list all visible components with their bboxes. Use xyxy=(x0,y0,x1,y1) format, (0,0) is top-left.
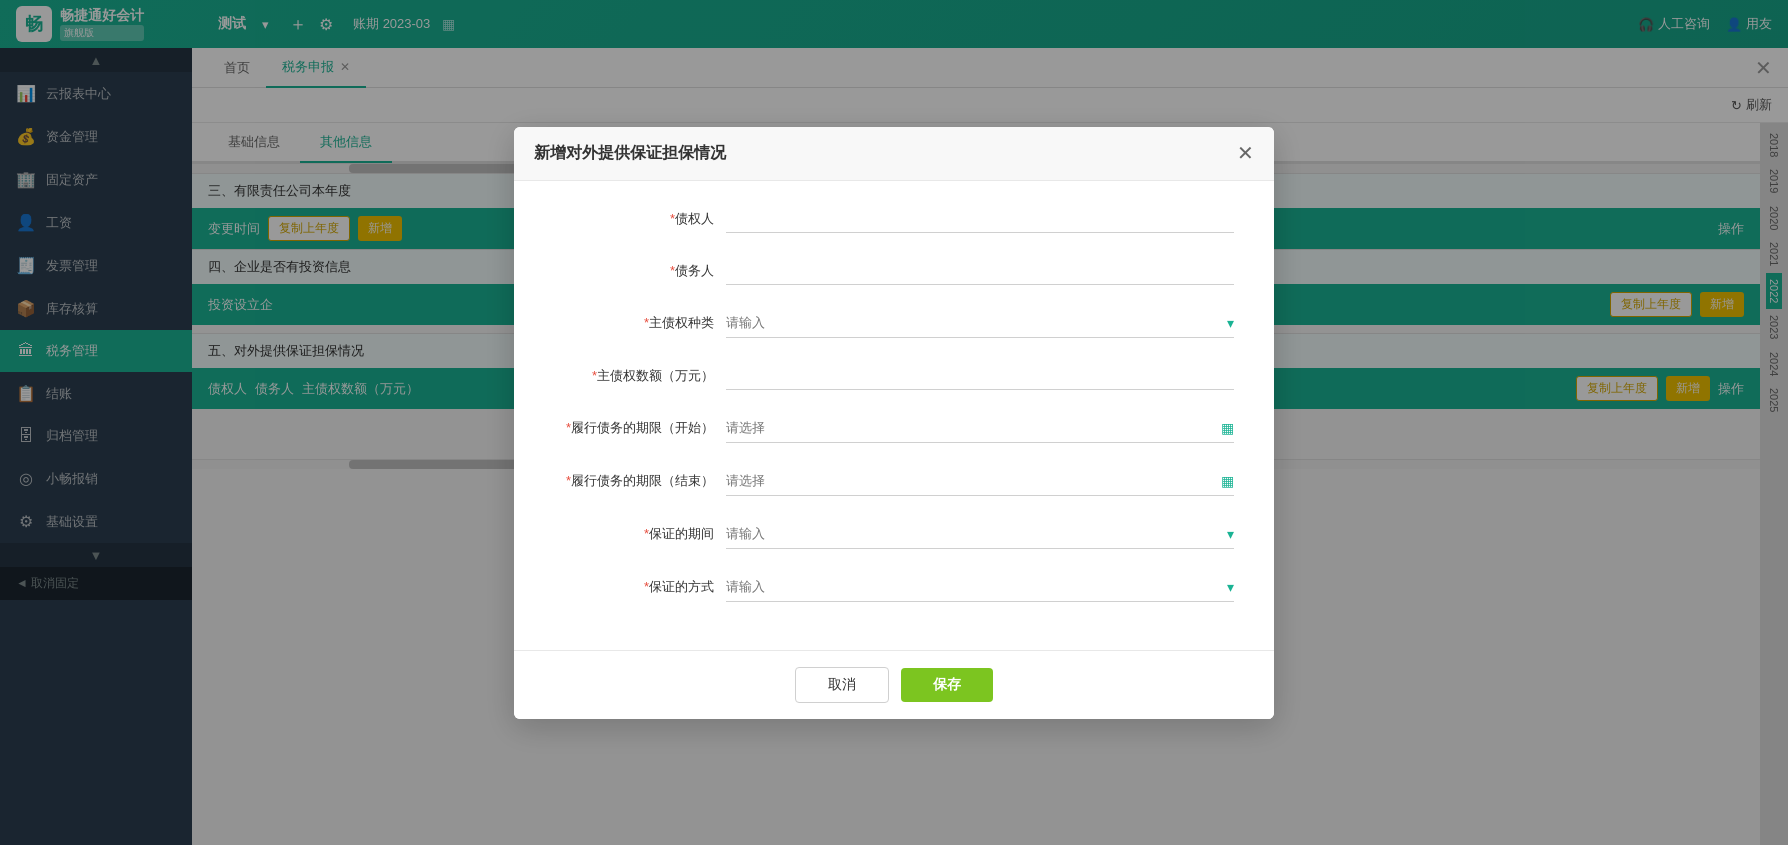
field-guarantee-method-wrapper: ▾ xyxy=(726,573,1234,602)
field-guarantee-period-wrapper: ▾ xyxy=(726,520,1234,549)
modal-body: *债权人 *债务人 *主债权种类 ▾ xyxy=(514,181,1274,650)
field-period-start-label: *履行债务的期限（开始） xyxy=(554,419,714,437)
field-debtor-row: *债务人 xyxy=(554,257,1234,285)
guarantee-method-chevron-icon[interactable]: ▾ xyxy=(1227,579,1234,595)
field-period-start-wrapper: ▦ xyxy=(726,414,1234,443)
field-creditor-input[interactable] xyxy=(726,205,1234,233)
field-creditor-label: *债权人 xyxy=(554,210,714,228)
guarantee-period-chevron-icon[interactable]: ▾ xyxy=(1227,526,1234,542)
field-guarantee-method-input[interactable] xyxy=(726,579,1227,594)
modal-dialog: 新增对外提供保证担保情况 ✕ *债权人 *债务人 * xyxy=(514,127,1274,719)
field-period-start-input[interactable] xyxy=(726,420,1221,435)
field-claim-type-input[interactable] xyxy=(726,315,1227,330)
field-guarantee-period-row: *保证的期间 ▾ xyxy=(554,520,1234,549)
field-creditor-row: *债权人 xyxy=(554,205,1234,233)
field-guarantee-period-label: *保证的期间 xyxy=(554,525,714,543)
modal-title: 新增对外提供保证担保情况 xyxy=(534,143,726,164)
field-claim-type-wrapper: ▾ xyxy=(726,309,1234,338)
field-claim-amount-row: *主债权数额（万元） xyxy=(554,362,1234,390)
field-period-end-wrapper: ▦ xyxy=(726,467,1234,496)
claim-type-chevron-icon[interactable]: ▾ xyxy=(1227,315,1234,331)
field-claim-type-label: *主债权种类 xyxy=(554,314,714,332)
field-claim-amount-label: *主债权数额（万元） xyxy=(554,367,714,385)
save-button[interactable]: 保存 xyxy=(901,668,993,702)
cancel-button[interactable]: 取消 xyxy=(795,667,889,703)
field-guarantee-period-input[interactable] xyxy=(726,526,1227,541)
modal-header: 新增对外提供保证担保情况 ✕ xyxy=(514,127,1274,181)
modal-close-button[interactable]: ✕ xyxy=(1237,143,1254,163)
period-start-calendar-icon[interactable]: ▦ xyxy=(1221,420,1234,436)
field-guarantee-method-label: *保证的方式 xyxy=(554,578,714,596)
field-debtor-input[interactable] xyxy=(726,257,1234,285)
field-period-end-row: *履行债务的期限（结束） ▦ xyxy=(554,467,1234,496)
modal-overlay[interactable]: 新增对外提供保证担保情况 ✕ *债权人 *债务人 * xyxy=(0,0,1788,845)
field-debtor-label: *债务人 xyxy=(554,262,714,280)
field-claim-type-row: *主债权种类 ▾ xyxy=(554,309,1234,338)
field-claim-amount-input[interactable] xyxy=(726,362,1234,390)
field-guarantee-method-row: *保证的方式 ▾ xyxy=(554,573,1234,602)
field-period-end-label: *履行债务的期限（结束） xyxy=(554,472,714,490)
field-period-start-row: *履行债务的期限（开始） ▦ xyxy=(554,414,1234,443)
period-end-calendar-icon[interactable]: ▦ xyxy=(1221,473,1234,489)
field-period-end-input[interactable] xyxy=(726,473,1221,488)
modal-footer: 取消 保存 xyxy=(514,650,1274,719)
